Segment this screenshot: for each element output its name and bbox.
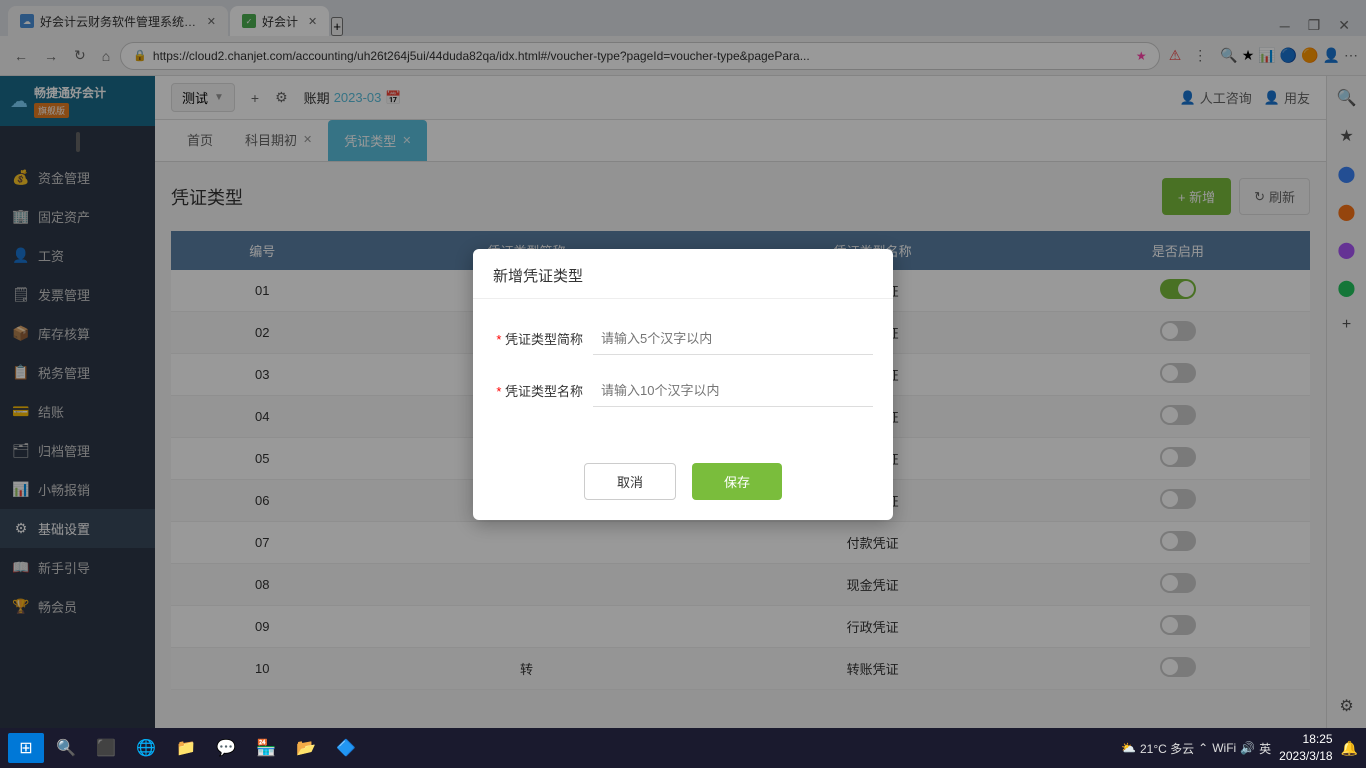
taskbar-weather-icon: ⛅ — [1121, 741, 1136, 755]
cancel-button[interactable]: 取消 — [584, 463, 676, 500]
dialog-header: 新增凭证类型 — [473, 249, 893, 299]
taskbar-speaker-icon: 🔊 — [1240, 741, 1255, 755]
taskbar-edge-icon: 🔷 — [336, 738, 356, 758]
taskbar-notification-icon[interactable]: 🔔 — [1341, 740, 1358, 757]
taskbar-taskview-icon: ⬛ — [96, 738, 116, 758]
taskbar-search-icon: 🔍 — [56, 738, 76, 758]
taskbar-edge[interactable]: 🔷 — [328, 733, 364, 763]
taskbar-wechat[interactable]: 💬 — [208, 733, 244, 763]
taskbar-chrome[interactable]: 🌐 — [128, 733, 164, 763]
taskbar-wechat-icon: 💬 — [216, 738, 236, 758]
dialog-body: 凭证类型简称 凭证类型名称 — [473, 299, 893, 451]
taskbar-arrow-up: ⌃ — [1198, 741, 1208, 755]
taskbar-lang: 英 — [1259, 740, 1271, 757]
taskbar: ⊞ 🔍 ⬛ 🌐 📁 💬 🏪 📂 🔷 ⛅ 21°C 多云 ⌃ WiFi 🔊 英 1… — [0, 728, 1366, 768]
taskbar-appstore[interactable]: 🏪 — [248, 733, 284, 763]
taskbar-system-icons: ⛅ 21°C 多云 ⌃ WiFi 🔊 英 — [1121, 740, 1271, 757]
add-voucher-type-dialog: 新增凭证类型 凭证类型简称 凭证类型名称 取消 保存 — [473, 249, 893, 520]
taskbar-wifi-icon: WiFi — [1212, 741, 1236, 755]
taskbar-time-value: 18:25 — [1279, 731, 1332, 748]
taskbar-chrome-icon: 🌐 — [136, 738, 156, 758]
name-input[interactable] — [593, 375, 873, 407]
dialog-title: 新增凭证类型 — [493, 265, 583, 286]
taskbar-temp: 21°C 多云 — [1140, 740, 1194, 757]
dialog-overlay: 新增凭证类型 凭证类型简称 凭证类型名称 取消 保存 — [0, 0, 1366, 768]
dialog-footer: 取消 保存 — [473, 451, 893, 520]
form-row-name: 凭证类型名称 — [493, 375, 873, 407]
start-button[interactable]: ⊞ — [8, 733, 44, 763]
taskbar-clock: 18:25 2023/3/18 — [1279, 731, 1332, 765]
abbr-input[interactable] — [593, 323, 873, 355]
taskbar-search[interactable]: 🔍 — [48, 733, 84, 763]
taskbar-task-view[interactable]: ⬛ — [88, 733, 124, 763]
form-row-abbr: 凭证类型简称 — [493, 323, 873, 355]
name-label: 凭证类型名称 — [493, 381, 593, 400]
taskbar-explorer-icon: 📁 — [176, 738, 196, 758]
taskbar-date-value: 2023/3/18 — [1279, 748, 1332, 765]
taskbar-folder[interactable]: 📂 — [288, 733, 324, 763]
taskbar-appstore-icon: 🏪 — [256, 738, 276, 758]
save-button[interactable]: 保存 — [692, 463, 782, 500]
taskbar-right: ⛅ 21°C 多云 ⌃ WiFi 🔊 英 18:25 2023/3/18 🔔 — [1121, 731, 1358, 765]
taskbar-file-explorer[interactable]: 📁 — [168, 733, 204, 763]
abbr-label: 凭证类型简称 — [493, 329, 593, 348]
taskbar-folder-icon: 📂 — [296, 738, 316, 758]
